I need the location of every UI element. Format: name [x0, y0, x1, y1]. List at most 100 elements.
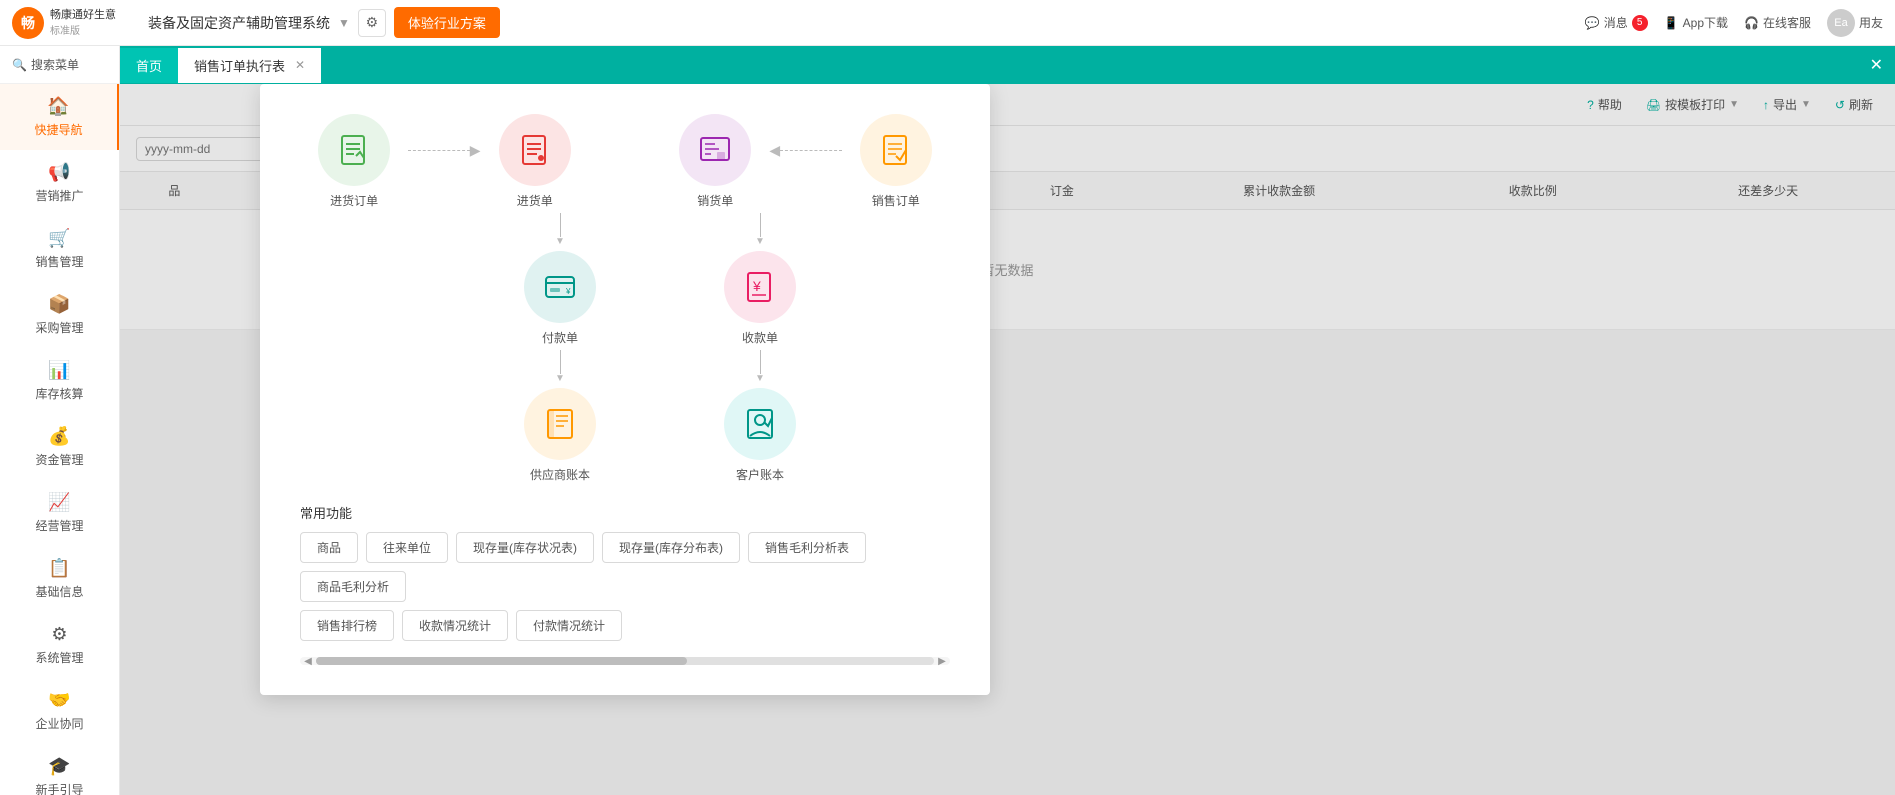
scroll-left-btn[interactable]: ◀	[300, 653, 316, 669]
flow-node-purchase-order[interactable]: 进货订单	[300, 114, 408, 209]
dropdown-arrow-icon[interactable]: ▼	[338, 16, 350, 30]
flow-row-3: 供应商账本	[300, 388, 950, 483]
func-btn-sales-profit-analysis[interactable]: 销售毛利分析表	[748, 532, 866, 563]
sidebar-label-purchase: 采购管理	[35, 319, 83, 336]
sales-bill-icon	[697, 132, 733, 168]
flow-row-1: 进货订单 ▶	[300, 114, 950, 209]
sidebar-item-new-guide[interactable]: 🎓 新手引导	[0, 744, 119, 795]
func-btn-sales-ranking[interactable]: 销售排行榜	[300, 610, 394, 641]
flow-node-sales-bill[interactable]: 销货单	[661, 114, 769, 209]
guide-icon: 🎓	[48, 756, 70, 777]
modal-scrollbar[interactable]: ◀ ▶	[300, 657, 950, 665]
message-button[interactable]: 💬 消息 5	[1585, 14, 1648, 31]
purchase-bill-circle	[499, 114, 571, 186]
flow-node-receipt[interactable]: ¥ 收款单	[700, 251, 820, 346]
finance-icon: 💰	[48, 426, 70, 447]
supplier-ledger-icon	[542, 406, 578, 442]
sidebar-label-marketing: 营销推广	[35, 187, 83, 204]
purchase-order-label: 进货订单	[330, 192, 378, 209]
tab-sales-exec-label: 销售订单执行表	[194, 56, 285, 75]
payment-icon: ¥	[542, 269, 578, 305]
message-label: 消息	[1604, 14, 1628, 31]
payment-circle: ¥	[524, 251, 596, 323]
sidebar-item-marketing[interactable]: 📢 营销推广	[0, 150, 119, 216]
func-btn-customers[interactable]: 往来单位	[366, 532, 448, 563]
sales-icon: 🛒	[48, 228, 70, 249]
home-icon: 🏠	[47, 96, 69, 117]
tab-bar: 首页 销售订单执行表 ✕ ✕	[120, 46, 1895, 84]
trial-button[interactable]: 体验行业方案	[394, 7, 500, 38]
sidebar-item-sales[interactable]: 🛒 销售管理	[0, 216, 119, 282]
func-btn-payment-stat[interactable]: 付款情况统计	[516, 610, 622, 641]
sidebar-item-operations[interactable]: 📈 经营管理	[0, 480, 119, 546]
sidebar-item-system[interactable]: ⚙ 系统管理	[0, 612, 119, 678]
tab-home[interactable]: 首页	[120, 48, 178, 83]
search-icon: 🔍	[12, 58, 27, 72]
scroll-thumb[interactable]	[316, 657, 687, 665]
func-btn-stock-dist[interactable]: 现存量(库存分布表)	[602, 532, 740, 563]
sidebar-item-basic-info[interactable]: 📋 基础信息	[0, 546, 119, 612]
sidebar-label-operations: 经营管理	[35, 517, 83, 534]
flow-node-payment[interactable]: ¥ 付款单	[500, 251, 620, 346]
search-menu-label: 搜索菜单	[31, 56, 79, 73]
tab-close-icon[interactable]: ✕	[295, 58, 305, 72]
customer-ledger-circle	[724, 388, 796, 460]
inventory-icon: 📊	[48, 360, 70, 381]
sidebar-label-system: 系统管理	[35, 649, 83, 666]
sidebar-item-enterprise[interactable]: 🤝 企业协同	[0, 678, 119, 744]
logo-area: 畅 畅康通好生意 标准版	[12, 7, 132, 39]
user-menu[interactable]: Ea 用友	[1827, 9, 1883, 37]
flow-node-customer-ledger[interactable]: 客户账本	[700, 388, 820, 483]
flow-node-purchase-bill[interactable]: 进货单	[481, 114, 589, 209]
arrow-down-receipt: ▼	[700, 350, 820, 384]
app-download-button[interactable]: 📱 App下载	[1664, 14, 1728, 31]
payment-label: 付款单	[542, 329, 578, 346]
sidebar-item-finance[interactable]: 💰 资金管理	[0, 414, 119, 480]
sales-order-label: 销售订单	[872, 192, 920, 209]
sidebar-label-enterprise: 企业协同	[35, 715, 83, 732]
sidebar-item-purchase[interactable]: 📦 采购管理	[0, 282, 119, 348]
common-func-section: 常用功能 商品 往来单位 现存量(库存状况表) 现存量(库存分布表) 销售毛利分…	[300, 503, 950, 641]
func-buttons-row-2: 销售排行榜 收款情况统计 付款情况统计	[300, 610, 950, 641]
tab-sales-order-exec[interactable]: 销售订单执行表 ✕	[178, 48, 321, 83]
receipt-label: 收款单	[742, 329, 778, 346]
sales-bill-circle	[679, 114, 751, 186]
sidebar-label-inventory: 库存核算	[35, 385, 83, 402]
func-btn-receipt-stat[interactable]: 收款情况统计	[402, 610, 508, 641]
customer-ledger-icon	[742, 406, 778, 442]
flow-row-2: ¥ 付款单 ¥	[300, 251, 950, 346]
online-service-button[interactable]: 🎧 在线客服	[1744, 14, 1811, 31]
customer-ledger-label: 客户账本	[736, 466, 784, 483]
arrow-v-row-2: ▼ ▼	[300, 350, 950, 384]
enterprise-icon: 🤝	[48, 690, 70, 711]
sidebar-item-inventory[interactable]: 📊 库存核算	[0, 348, 119, 414]
sidebar-item-quick-nav[interactable]: 🏠 快捷导航	[0, 84, 119, 150]
receipt-icon: ¥	[742, 269, 778, 305]
arrow-down-purchase: ▼	[500, 213, 620, 247]
sidebar-label-quick-nav: 快捷导航	[34, 121, 82, 138]
app-download-label: App下载	[1683, 14, 1728, 31]
sidebar-label-new-guide: 新手引导	[35, 781, 83, 795]
operations-icon: 📈	[48, 492, 70, 513]
system-title: 装备及固定资产辅助管理系统	[148, 13, 330, 33]
func-btn-product-profit[interactable]: 商品毛利分析	[300, 571, 406, 602]
system-icon: ⚙	[51, 624, 67, 645]
sales-order-icon	[878, 132, 914, 168]
flow-node-sales-order[interactable]: 销售订单	[842, 114, 950, 209]
func-buttons-row: 商品 往来单位 现存量(库存状况表) 现存量(库存分布表) 销售毛利分析表 商品…	[300, 532, 950, 602]
func-btn-stock-status[interactable]: 现存量(库存状况表)	[456, 532, 594, 563]
main-layout: 🔍 搜索菜单 🏠 快捷导航 📢 营销推广 🛒 销售管理 📦 采购管理 📊 库存核…	[0, 46, 1895, 795]
arrow-h-2: ◀	[769, 114, 841, 186]
message-icon: 💬	[1585, 16, 1600, 30]
flow-node-supplier-ledger[interactable]: 供应商账本	[500, 388, 620, 483]
search-menu-button[interactable]: 🔍 搜索菜单	[0, 46, 119, 84]
tab-bar-close-button[interactable]: ✕	[1858, 55, 1895, 75]
scroll-right-btn[interactable]: ▶	[934, 653, 950, 669]
app-download-icon: 📱	[1664, 16, 1679, 30]
gear-button[interactable]: ⚙	[358, 9, 386, 37]
logo-text: 畅康通好生意	[50, 8, 116, 22]
scroll-track	[316, 657, 934, 665]
marketing-icon: 📢	[48, 162, 70, 183]
func-btn-product[interactable]: 商品	[300, 532, 358, 563]
sales-bill-label: 销货单	[697, 192, 733, 209]
